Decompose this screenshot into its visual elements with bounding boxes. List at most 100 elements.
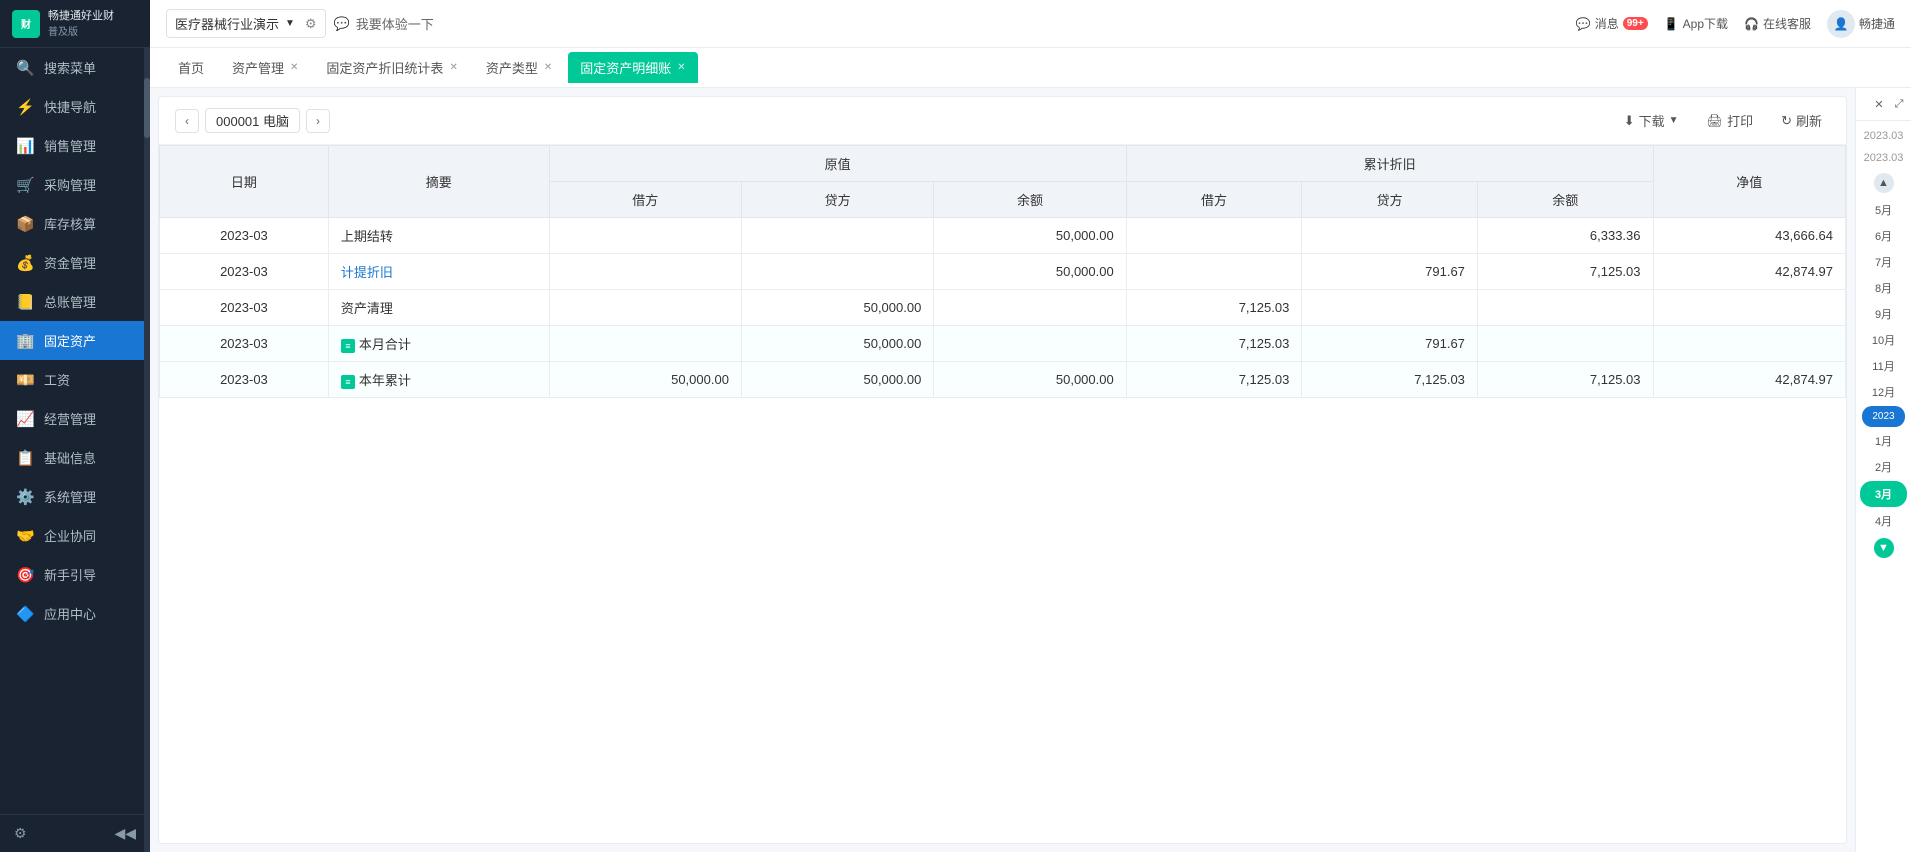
- timeline-month-3[interactable]: 3月: [1860, 481, 1907, 507]
- col-date: 日期: [160, 146, 329, 218]
- sidebar-label-salary: 工资: [44, 370, 70, 389]
- app-center-icon: 🔷: [16, 605, 34, 623]
- app-download-action[interactable]: 📱 App下载: [1664, 15, 1728, 32]
- tab-depreciation-stats[interactable]: 固定资产折旧统计表 ✕: [314, 52, 469, 83]
- settings-icon[interactable]: ⚙: [14, 825, 27, 842]
- capital-icon: 💰: [16, 254, 34, 272]
- timeline-month-1[interactable]: 1月: [1856, 428, 1911, 454]
- timeline-year-2023[interactable]: 2023: [1862, 406, 1905, 427]
- table-wrapper: 日期 摘要 原值 累计折旧 净值 借方 贷方 余额 借方 贷方 余额: [159, 145, 1846, 843]
- company-selector[interactable]: 医疗器械行业演示 ▼ ⚙: [166, 9, 326, 38]
- sidebar-header: 财 畅捷通好业财 普及版: [0, 0, 150, 48]
- cell-orig-debit: [549, 254, 741, 290]
- tab-asset-type[interactable]: 资产类型 ✕: [474, 52, 564, 83]
- timeline-month-6[interactable]: 6月: [1856, 223, 1911, 249]
- topbar: 医疗器械行业演示 ▼ ⚙ 💬 我要体验一下 💬 消息 99+ 📱 App下载 🎧…: [150, 0, 1911, 48]
- timeline-month-11[interactable]: 11月: [1856, 353, 1911, 379]
- expand-panel-btn[interactable]: ⤢: [1891, 96, 1907, 112]
- timeline-month-7[interactable]: 7月: [1856, 249, 1911, 275]
- guide-icon: 🎯: [16, 566, 34, 584]
- sidebar-label-search: 搜索菜单: [44, 58, 96, 77]
- cell-summary[interactable]: 计提折旧: [328, 254, 549, 290]
- table-row: 2023-03 ≡本年累计 50,000.00 50,000.00 50,000…: [160, 362, 1846, 398]
- sidebar-item-basic-info[interactable]: 📋 基础信息: [0, 438, 150, 477]
- cell-accum-balance: 7,125.03: [1477, 254, 1653, 290]
- inventory-icon: 📦: [16, 215, 34, 233]
- cell-accum-debit: [1126, 254, 1302, 290]
- sidebar-label-purchase: 采购管理: [44, 175, 96, 194]
- salary-icon: 💴: [16, 371, 34, 389]
- cell-summary: ≡本年累计: [328, 362, 549, 398]
- timeline-down-btn[interactable]: ▼: [1874, 538, 1894, 558]
- app-title: 畅捷通好业财: [48, 9, 114, 23]
- sidebar-item-operations[interactable]: 📈 经营管理: [0, 399, 150, 438]
- cell-accum-credit: 791.67: [1302, 326, 1478, 362]
- sidebar-item-sales[interactable]: 📊 销售管理: [0, 126, 150, 165]
- timeline-up-btn[interactable]: ▲: [1874, 173, 1894, 193]
- sidebar-item-guide[interactable]: 🎯 新手引导: [0, 555, 150, 594]
- timeline-month-9[interactable]: 9月: [1856, 301, 1911, 327]
- timeline-month-12[interactable]: 12月: [1856, 379, 1911, 405]
- tab-close-asset-mgmt[interactable]: ✕: [290, 62, 298, 73]
- experience-icon: 💬: [334, 16, 350, 32]
- experience-btn[interactable]: 💬 我要体验一下: [334, 14, 434, 33]
- user-action[interactable]: 👤 畅捷通: [1827, 10, 1895, 38]
- cell-summary: 资产清理: [328, 290, 549, 326]
- tab-close-depreciation[interactable]: ✕: [449, 62, 457, 73]
- print-btn[interactable]: 🖨 打印: [1699, 107, 1762, 134]
- cooperation-icon: 🤝: [16, 527, 34, 545]
- tab-asset-detail[interactable]: 固定资产明细账 ✕: [568, 52, 697, 83]
- sidebar-label-cooperation: 企业协同: [44, 526, 96, 545]
- cell-accum-balance: [1477, 326, 1653, 362]
- search-icon: 🔍: [16, 59, 34, 77]
- online-service-action[interactable]: 🎧 在线客服: [1744, 15, 1811, 32]
- toolbar-actions: ⬇ 下载 ▼ 🖨 打印 ↻ 刷新: [1616, 107, 1830, 134]
- nav-arrows: ‹ 000001 电脑 ›: [175, 108, 330, 133]
- refresh-icon: ↻: [1781, 113, 1792, 129]
- sidebar-label-system: 系统管理: [44, 487, 96, 506]
- prev-asset-btn[interactable]: ‹: [175, 109, 199, 133]
- sidebar-item-fixed-assets[interactable]: 🏢 固定资产: [0, 321, 150, 360]
- chevron-down-icon: ▼: [1669, 115, 1679, 126]
- sidebar-item-salary[interactable]: 💴 工资: [0, 360, 150, 399]
- tab-asset-mgmt[interactable]: 资产管理 ✕: [220, 52, 310, 83]
- sidebar-item-capital[interactable]: 💰 资金管理: [0, 243, 150, 282]
- tab-close-asset-type[interactable]: ✕: [544, 62, 552, 73]
- sidebar-label-fixed-assets: 固定资产: [44, 331, 96, 350]
- next-asset-btn[interactable]: ›: [306, 109, 330, 133]
- topbar-left: 医疗器械行业演示 ▼ ⚙ 💬 我要体验一下: [166, 9, 434, 38]
- timeline-month-5[interactable]: 5月: [1856, 197, 1911, 223]
- collapse-icon[interactable]: ◀◀: [114, 825, 136, 842]
- cell-orig-debit: [549, 326, 741, 362]
- sidebar-item-app-center[interactable]: 🔷 应用中心: [0, 594, 150, 633]
- topbar-right: 💬 消息 99+ 📱 App下载 🎧 在线客服 👤 畅捷通: [1576, 10, 1895, 38]
- close-panel-btn[interactable]: ✕: [1871, 96, 1887, 112]
- sidebar-item-cooperation[interactable]: 🤝 企业协同: [0, 516, 150, 555]
- sidebar-item-system[interactable]: ⚙️ 系统管理: [0, 477, 150, 516]
- timeline-month-10[interactable]: 10月: [1856, 327, 1911, 353]
- timeline-month-4[interactable]: 4月: [1856, 508, 1911, 534]
- sidebar-item-search[interactable]: 🔍 搜索菜单: [0, 48, 150, 87]
- sidebar-item-purchase[interactable]: 🛒 采购管理: [0, 165, 150, 204]
- col-orig-credit: 贷方: [741, 182, 933, 218]
- col-net-value: 净值: [1653, 146, 1846, 218]
- message-icon: 💬: [1576, 17, 1591, 31]
- sidebar-item-quick-nav[interactable]: ⚡ 快捷导航: [0, 87, 150, 126]
- settings-gear-icon[interactable]: ⚙: [305, 16, 317, 32]
- sidebar-item-ledger[interactable]: 📒 总账管理: [0, 282, 150, 321]
- tab-home[interactable]: 首页: [166, 52, 216, 83]
- download-btn[interactable]: ⬇ 下载 ▼: [1616, 107, 1687, 134]
- timeline-month-8[interactable]: 8月: [1856, 275, 1911, 301]
- basic-info-icon: 📋: [16, 449, 34, 467]
- refresh-btn[interactable]: ↻ 刷新: [1773, 107, 1830, 134]
- main-container: 医疗器械行业演示 ▼ ⚙ 💬 我要体验一下 💬 消息 99+ 📱 App下载 🎧…: [150, 0, 1911, 852]
- sidebar-item-inventory[interactable]: 📦 库存核算: [0, 204, 150, 243]
- chevron-down-icon: ▼: [285, 18, 295, 29]
- cell-net-value: [1653, 326, 1846, 362]
- sidebar-nav: 🔍 搜索菜单 ⚡ 快捷导航 📊 销售管理 🛒 采购管理 📦 库存核算 💰 资金管…: [0, 48, 150, 814]
- messages-action[interactable]: 💬 消息 99+: [1576, 15, 1648, 32]
- tab-close-asset-detail[interactable]: ✕: [677, 62, 685, 73]
- timeline-month-2[interactable]: 2月: [1856, 454, 1911, 480]
- purchase-icon: 🛒: [16, 176, 34, 194]
- summary-icon: ≡: [341, 339, 355, 353]
